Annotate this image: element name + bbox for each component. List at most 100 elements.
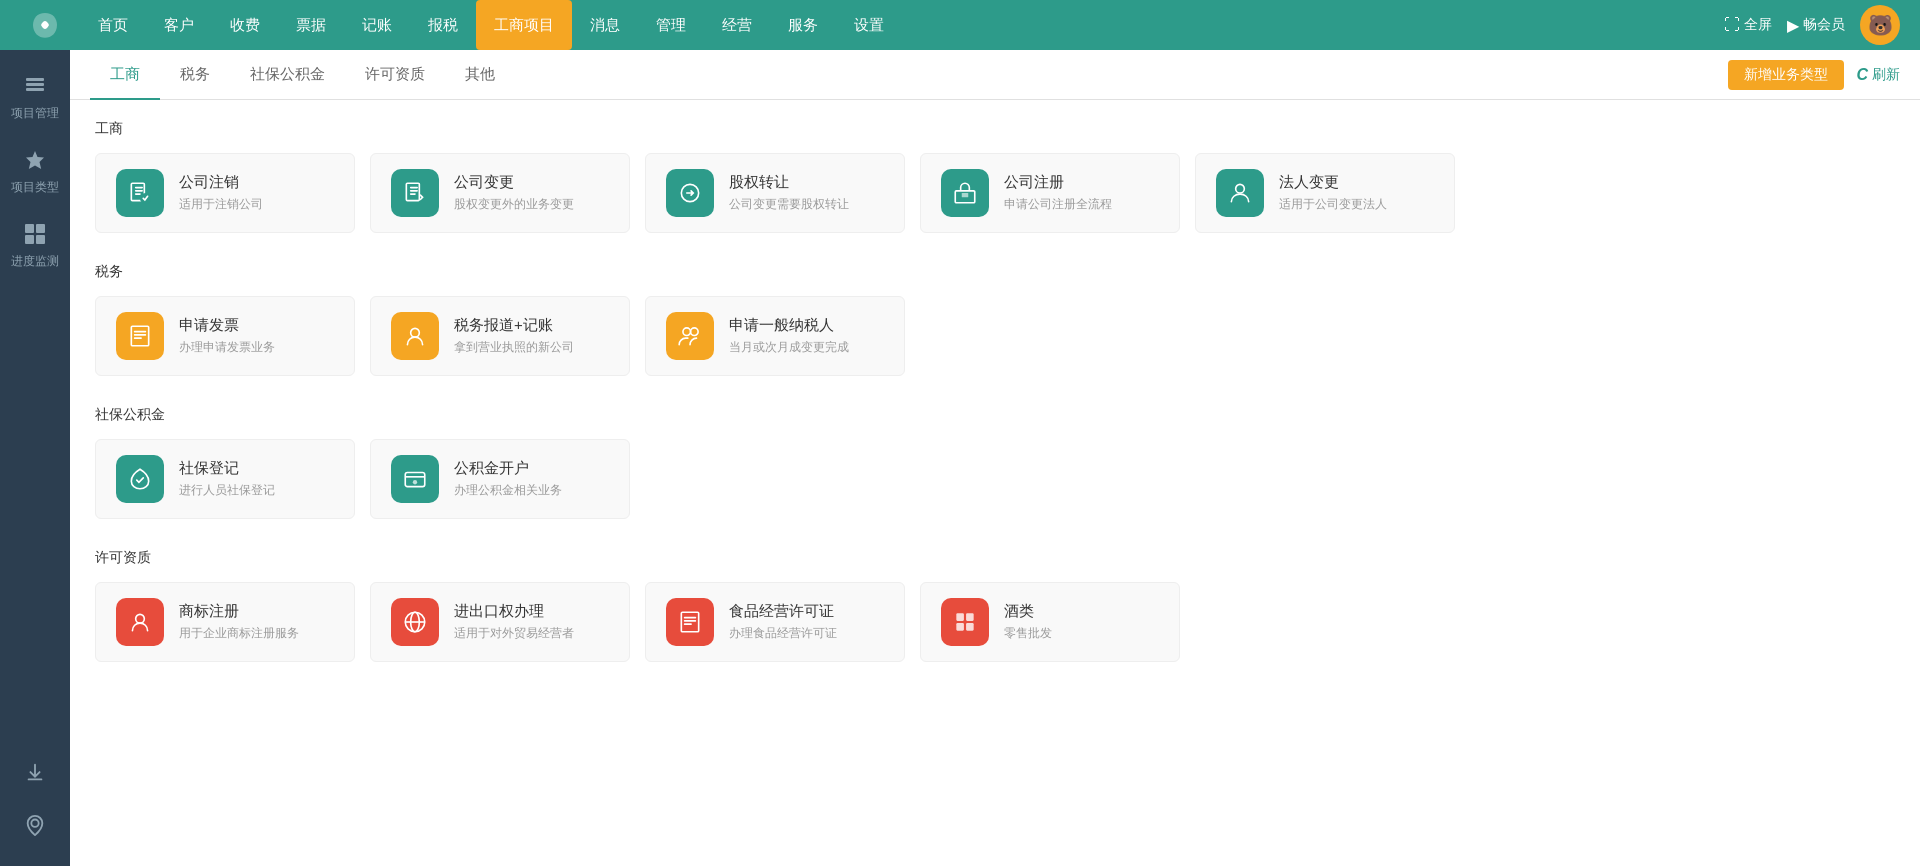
card-food-license[interactable]: 食品经营许可证 办理食品经营许可证 <box>645 582 905 662</box>
tab-tax[interactable]: 税务 <box>160 50 230 100</box>
card-trademark[interactable]: 商标注册 用于企业商标注册服务 <box>95 582 355 662</box>
vip-button[interactable]: ▶ 畅会员 <box>1787 16 1845 35</box>
section-title-social: 社保公积金 <box>95 406 1895 424</box>
sidebar-item-progress[interactable]: 进度监测 <box>0 208 70 282</box>
food-license-icon <box>666 598 714 646</box>
sidebar-item-label: 项目管理 <box>11 105 59 122</box>
card-info: 酒类 零售批发 <box>1004 602 1052 642</box>
sidebar-item-project-type[interactable]: 项目类型 <box>0 134 70 208</box>
card-title: 社保登记 <box>179 459 275 478</box>
sidebar-item-project-manage[interactable]: 项目管理 <box>0 60 70 134</box>
card-title: 股权转让 <box>729 173 849 192</box>
card-desc: 适用于注销公司 <box>179 196 263 213</box>
card-info: 商标注册 用于企业商标注册服务 <box>179 602 299 642</box>
card-tax-report[interactable]: 税务报道+记账 拿到营业执照的新公司 <box>370 296 630 376</box>
fund-open-icon <box>391 455 439 503</box>
card-title: 公司注销 <box>179 173 263 192</box>
nav-tax[interactable]: 报税 <box>410 0 476 50</box>
nav-invoice[interactable]: 票据 <box>278 0 344 50</box>
cards-grid-tax: 申请发票 办理申请发票业务 税务报道+记账 拿到营业执照的新公司 <box>95 296 1895 376</box>
nav-operate[interactable]: 经营 <box>704 0 770 50</box>
card-desc: 申请公司注册全流程 <box>1004 196 1112 213</box>
svg-marker-3 <box>26 151 44 169</box>
nav-business[interactable]: 工商项目 <box>476 0 572 50</box>
card-desc: 适用于对外贸易经营者 <box>454 625 574 642</box>
section-title-license: 许可资质 <box>95 549 1895 567</box>
nav-manage[interactable]: 管理 <box>638 0 704 50</box>
card-legal-change[interactable]: 法人变更 适用于公司变更法人 <box>1195 153 1455 233</box>
top-navigation: 首页 客户 收费 票据 记账 报税 工商项目 消息 管理 经营 服务 设置 ⛶ … <box>0 0 1920 50</box>
refresh-icon: C <box>1856 66 1868 84</box>
svg-rect-12 <box>406 183 419 200</box>
svg-rect-29 <box>956 623 964 631</box>
svg-rect-4 <box>25 224 34 233</box>
tab-license[interactable]: 许可资质 <box>345 50 445 100</box>
tab-other[interactable]: 其他 <box>445 50 515 100</box>
apply-invoice-icon <box>116 312 164 360</box>
card-desc: 办理公积金相关业务 <box>454 482 562 499</box>
new-type-button[interactable]: 新增业务类型 <box>1728 60 1844 90</box>
svg-point-22 <box>413 480 417 484</box>
svg-rect-17 <box>131 326 148 346</box>
cards-grid-business: 公司注销 适用于注销公司 公司变更 股权变更外的业务变更 <box>95 153 1895 233</box>
card-title: 税务报道+记账 <box>454 316 574 335</box>
nav-accounting[interactable]: 记账 <box>344 0 410 50</box>
svg-rect-7 <box>36 235 45 244</box>
nav-message[interactable]: 消息 <box>572 0 638 50</box>
tab-business[interactable]: 工商 <box>90 50 160 100</box>
cards-grid-license: 商标注册 用于企业商标注册服务 进出口权办理 适用于对外贸易 <box>95 582 1895 662</box>
top-nav-right: ⛶ 全屏 ▶ 畅会员 🐻 <box>1724 5 1900 45</box>
card-title: 食品经营许可证 <box>729 602 837 621</box>
section-title-tax: 税务 <box>95 263 1895 281</box>
card-title: 商标注册 <box>179 602 299 621</box>
nav-client[interactable]: 客户 <box>146 0 212 50</box>
nav-settings[interactable]: 设置 <box>836 0 902 50</box>
refresh-label: 刷新 <box>1872 66 1900 84</box>
card-equity-transfer[interactable]: 股权转让 公司变更需要股权转让 <box>645 153 905 233</box>
card-desc: 拿到营业执照的新公司 <box>454 339 574 356</box>
card-company-register[interactable]: 公司注册 申请公司注册全流程 <box>920 153 1180 233</box>
nav-service[interactable]: 服务 <box>770 0 836 50</box>
refresh-button[interactable]: C 刷新 <box>1856 66 1900 84</box>
tab-bar: 工商 税务 社保公积金 许可资质 其他 新增业务类型 C 刷新 <box>70 50 1920 100</box>
sidebar-item-label: 进度监测 <box>11 253 59 270</box>
sidebar-download[interactable] <box>0 747 70 799</box>
card-info: 进出口权办理 适用于对外贸易经营者 <box>454 602 574 642</box>
mascot-icon: 🐻 <box>1860 5 1900 45</box>
card-desc: 公司变更需要股权转让 <box>729 196 849 213</box>
social-register-icon <box>116 455 164 503</box>
svg-point-19 <box>683 328 691 336</box>
fullscreen-button[interactable]: ⛶ 全屏 <box>1724 16 1772 34</box>
nav-fee[interactable]: 收费 <box>212 0 278 50</box>
sidebar-bottom <box>0 747 70 866</box>
card-general-taxpayer[interactable]: 申请一般纳税人 当月或次月成变更完成 <box>645 296 905 376</box>
logo <box>20 9 70 41</box>
card-title: 申请一般纳税人 <box>729 316 849 335</box>
tab-social-security[interactable]: 社保公积金 <box>230 50 345 100</box>
download-icon <box>21 759 49 787</box>
card-apply-invoice[interactable]: 申请发票 办理申请发票业务 <box>95 296 355 376</box>
progress-icon <box>21 220 49 248</box>
card-title: 法人变更 <box>1279 173 1387 192</box>
svg-point-23 <box>136 614 145 623</box>
card-social-register[interactable]: 社保登记 进行人员社保登记 <box>95 439 355 519</box>
company-cancel-icon <box>116 169 164 217</box>
card-fund-open[interactable]: 公积金开户 办理公积金相关业务 <box>370 439 630 519</box>
card-desc: 适用于公司变更法人 <box>1279 196 1387 213</box>
card-info: 申请发票 办理申请发票业务 <box>179 316 275 356</box>
card-title: 酒类 <box>1004 602 1052 621</box>
section-title-business: 工商 <box>95 120 1895 138</box>
card-alcohol[interactable]: 酒类 零售批发 <box>920 582 1180 662</box>
card-company-cancel[interactable]: 公司注销 适用于注销公司 <box>95 153 355 233</box>
card-title: 申请发票 <box>179 316 275 335</box>
sidebar-location[interactable] <box>0 799 70 851</box>
svg-rect-30 <box>966 623 974 631</box>
card-info: 税务报道+记账 拿到营业执照的新公司 <box>454 316 574 356</box>
card-import-export[interactable]: 进出口权办理 适用于对外贸易经营者 <box>370 582 630 662</box>
card-desc: 进行人员社保登记 <box>179 482 275 499</box>
tax-report-icon <box>391 312 439 360</box>
fullscreen-icon: ⛶ <box>1724 16 1740 34</box>
card-info: 股权转让 公司变更需要股权转让 <box>729 173 849 213</box>
nav-home[interactable]: 首页 <box>80 0 146 50</box>
card-company-change[interactable]: 公司变更 股权变更外的业务变更 <box>370 153 630 233</box>
